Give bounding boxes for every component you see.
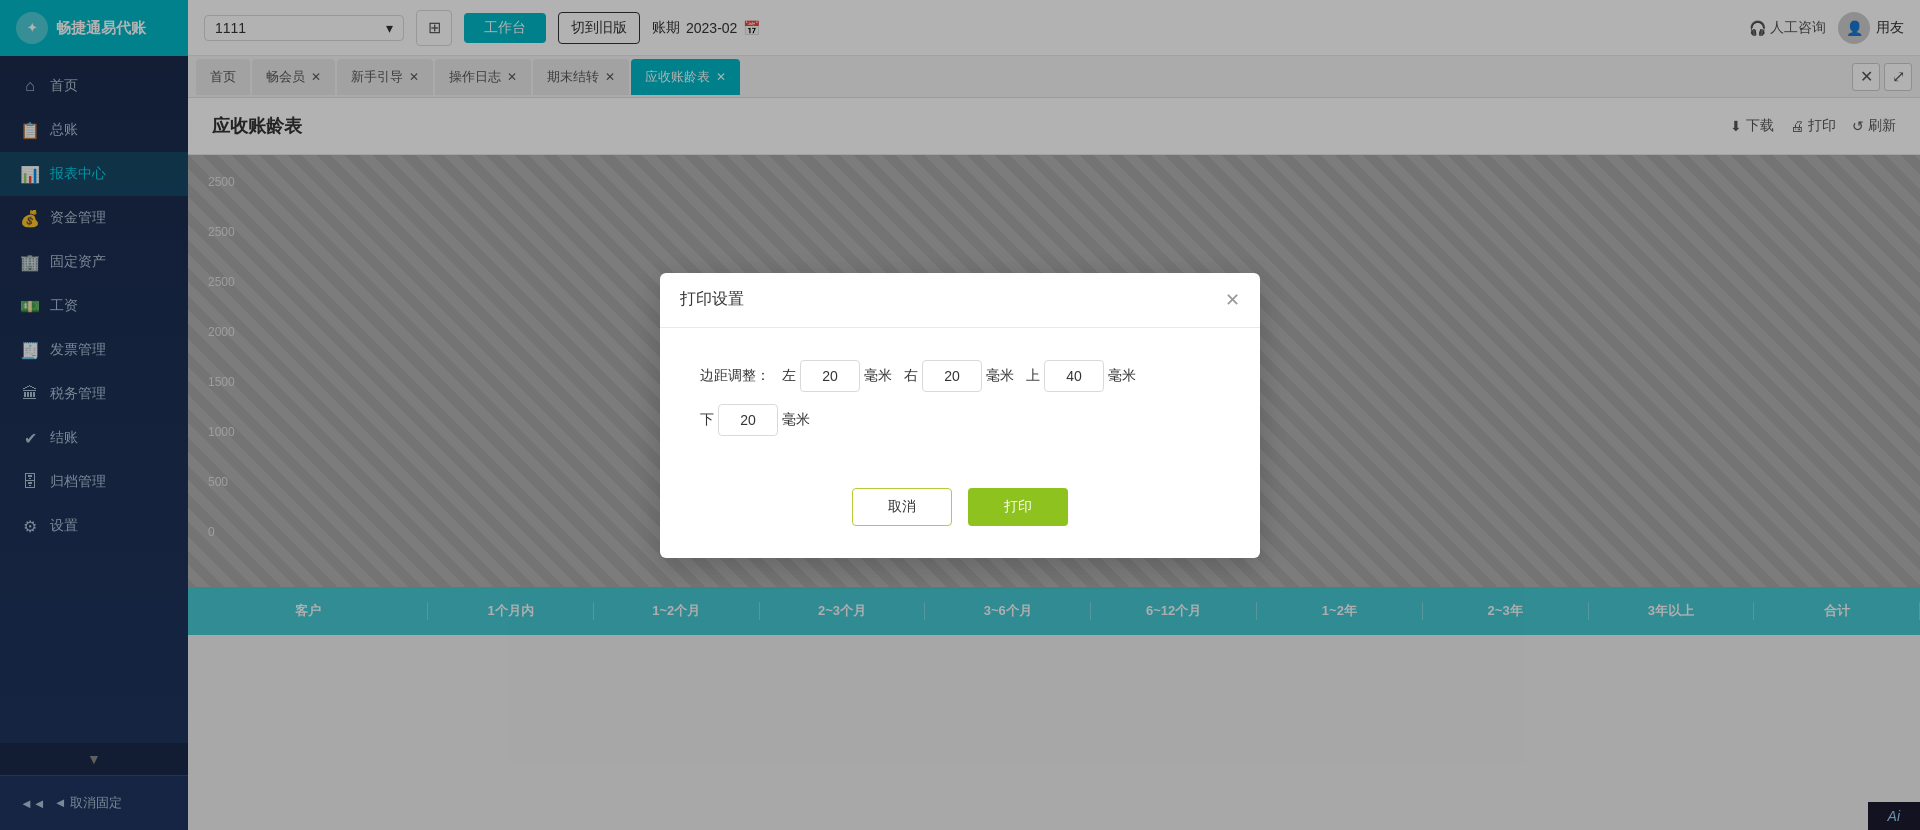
modal-body: 边距调整： 左 毫米 右 毫米 上 毫米 下 bbox=[660, 328, 1260, 468]
bottom-margin-input[interactable] bbox=[718, 404, 778, 436]
margin-label: 边距调整： bbox=[700, 367, 770, 385]
top-margin-group: 上 毫米 bbox=[1026, 360, 1136, 392]
left-unit: 毫米 bbox=[864, 367, 892, 385]
modal-title: 打印设置 bbox=[680, 289, 744, 310]
bottom-unit: 毫米 bbox=[782, 411, 810, 429]
bottom-label: 下 bbox=[700, 411, 714, 429]
margin-form-row: 边距调整： 左 毫米 右 毫米 上 毫米 下 bbox=[700, 360, 1220, 436]
right-margin-group: 右 毫米 bbox=[904, 360, 1014, 392]
modal-header: 打印设置 ✕ bbox=[660, 273, 1260, 328]
bottom-margin-group: 下 毫米 bbox=[700, 404, 810, 436]
modal-close-button[interactable]: ✕ bbox=[1225, 289, 1240, 311]
cancel-button[interactable]: 取消 bbox=[852, 488, 952, 526]
right-label: 右 bbox=[904, 367, 918, 385]
modal-overlay: 打印设置 ✕ 边距调整： 左 毫米 右 毫米 上 毫米 bbox=[0, 0, 1920, 830]
left-margin-group: 左 毫米 bbox=[782, 360, 892, 392]
top-margin-input[interactable] bbox=[1044, 360, 1104, 392]
confirm-print-button[interactable]: 打印 bbox=[968, 488, 1068, 526]
print-settings-modal: 打印设置 ✕ 边距调整： 左 毫米 右 毫米 上 毫米 bbox=[660, 273, 1260, 558]
right-margin-input[interactable] bbox=[922, 360, 982, 392]
right-unit: 毫米 bbox=[986, 367, 1014, 385]
top-unit: 毫米 bbox=[1108, 367, 1136, 385]
top-label: 上 bbox=[1026, 367, 1040, 385]
left-label: 左 bbox=[782, 367, 796, 385]
left-margin-input[interactable] bbox=[800, 360, 860, 392]
modal-footer: 取消 打印 bbox=[660, 468, 1260, 558]
